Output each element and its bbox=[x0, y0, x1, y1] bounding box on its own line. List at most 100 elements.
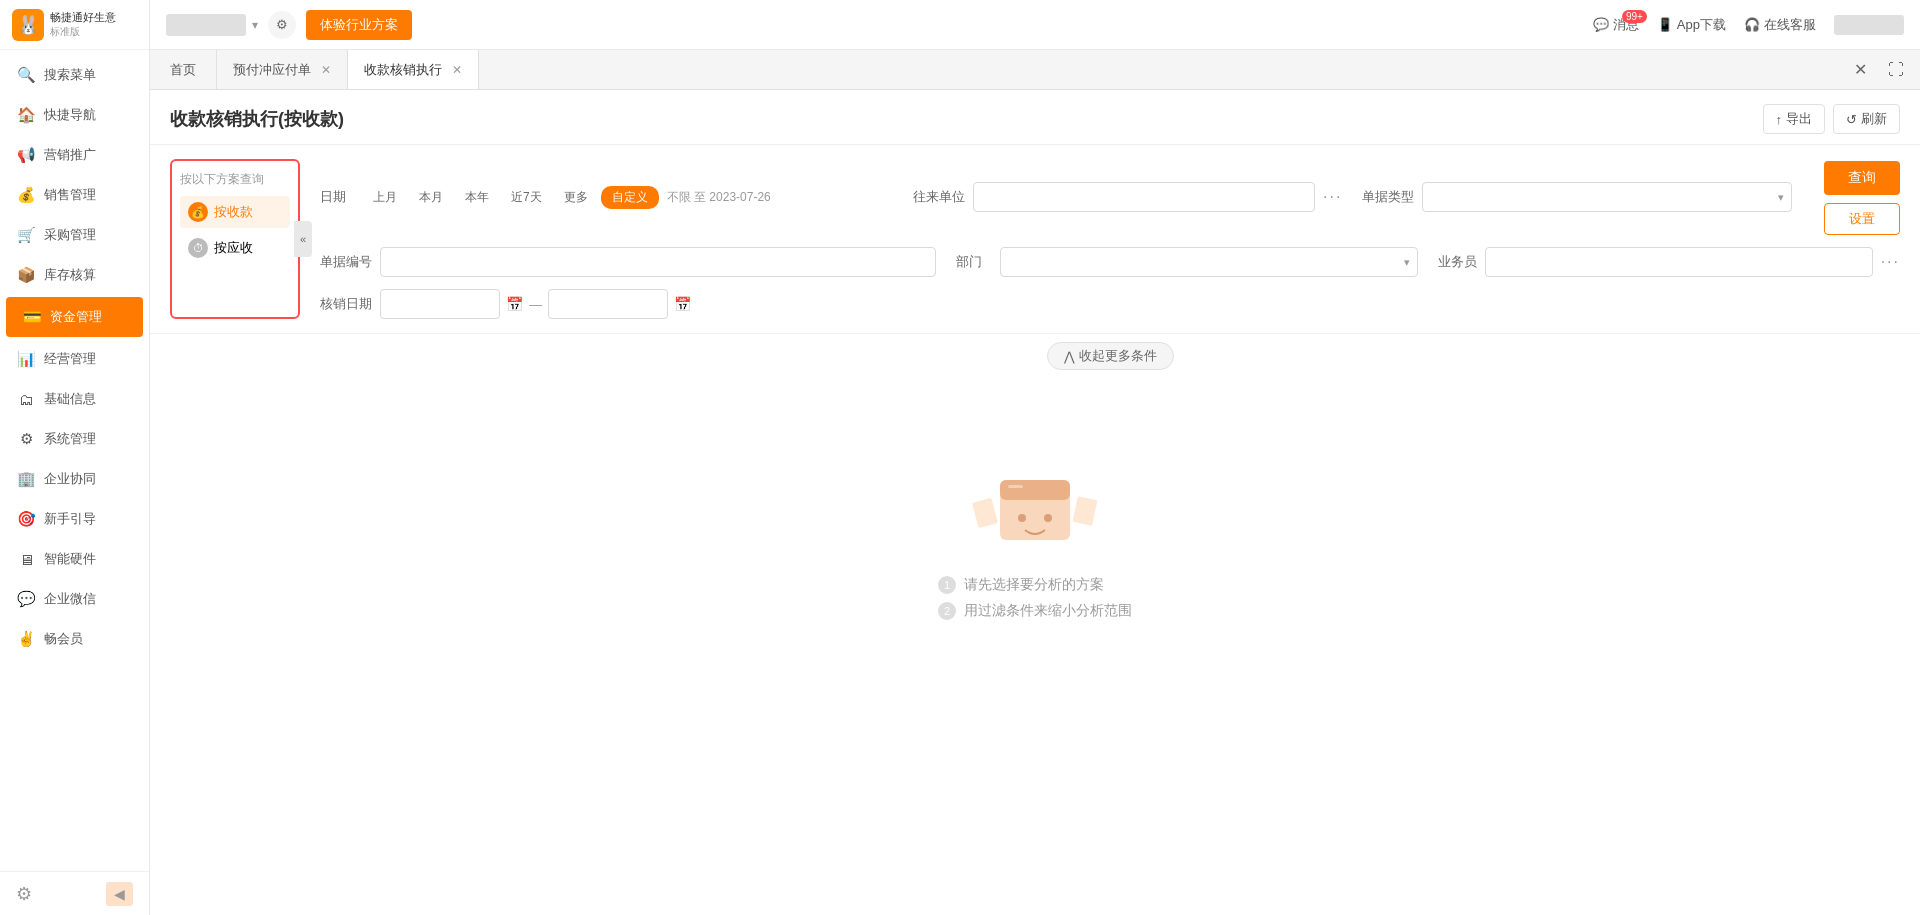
content-area: 收款核销执行(按收款) ↑ 导出 ↺ 刷新 按以下方案查询 bbox=[150, 90, 1920, 915]
logo-sub: 标准版 bbox=[50, 25, 116, 39]
verify-date-start-calendar-icon[interactable]: 📅 bbox=[506, 296, 523, 312]
verify-date-start-input[interactable]: 2023-03-01 bbox=[380, 289, 500, 319]
online-service-button[interactable]: 🎧 在线客服 bbox=[1744, 16, 1816, 34]
tab-receipt-verify-close[interactable]: ✕ bbox=[452, 63, 462, 77]
basic-info-icon: 🗂 bbox=[16, 389, 36, 409]
filter-option-by-receivable[interactable]: ⏱ 按应收 bbox=[180, 232, 290, 264]
sidebar-label-operations: 经营管理 bbox=[44, 350, 96, 368]
doc-no-label: 单据编号 bbox=[320, 253, 372, 271]
doc-no-input[interactable] bbox=[380, 247, 936, 277]
export-label: 导出 bbox=[1786, 110, 1812, 128]
tab-prepay-label: 预付冲应付单 bbox=[233, 61, 311, 79]
tab-receipt-verify[interactable]: 收款核销执行 ✕ bbox=[348, 50, 479, 89]
query-button[interactable]: 查询 bbox=[1824, 161, 1900, 195]
verify-date-end-calendar-icon[interactable]: 📅 bbox=[674, 296, 691, 312]
sidebar-settings-icon[interactable]: ⚙ bbox=[16, 883, 32, 905]
sidebar-bottom: ⚙ ◀ bbox=[0, 871, 149, 915]
tab-prepay[interactable]: 预付冲应付单 ✕ bbox=[217, 50, 348, 89]
sidebar-item-quick-nav[interactable]: 🏠 快捷导航 bbox=[0, 95, 149, 135]
sidebar-item-wechat[interactable]: 💬 企业微信 bbox=[0, 579, 149, 619]
message-icon: 💬 bbox=[1593, 17, 1609, 32]
staff-label: 业务员 bbox=[1438, 253, 1477, 271]
headset-icon: 🎧 bbox=[1744, 17, 1760, 32]
logo-text: 畅捷通好生意 标准版 bbox=[50, 10, 116, 38]
industry-solution-button[interactable]: 体验行业方案 bbox=[306, 10, 412, 40]
refresh-button[interactable]: ↺ 刷新 bbox=[1833, 104, 1900, 134]
staff-field: 业务员 ··· bbox=[1438, 247, 1900, 277]
smart-hw-icon: 🖥 bbox=[16, 549, 36, 569]
verify-date-input-group: 2023-03-01 📅 — 2023-07-21 📅 bbox=[380, 289, 691, 319]
staff-more-btn[interactable]: ··· bbox=[1881, 253, 1900, 271]
sidebar-item-smart-hw[interactable]: 🖥 智能硬件 bbox=[0, 539, 149, 579]
dept-field: 部门 ▾ bbox=[956, 247, 1418, 277]
collapse-more-label: 收起更多条件 bbox=[1079, 347, 1157, 365]
refresh-label: 刷新 bbox=[1861, 110, 1887, 128]
tab-home[interactable]: 首页 bbox=[150, 50, 217, 89]
tab-close-all-button[interactable]: ✕ bbox=[1846, 56, 1874, 84]
date-range-text: 不限 至 2023-07-26 bbox=[667, 189, 771, 206]
tab-expand-button[interactable]: ⛶ bbox=[1882, 56, 1910, 84]
setting-button[interactable]: 设置 bbox=[1824, 203, 1900, 235]
counterparty-label: 往来单位 bbox=[913, 188, 965, 206]
counterparty-more-btn[interactable]: ··· bbox=[1323, 188, 1342, 206]
date-custom-btn[interactable]: 自定义 bbox=[601, 186, 659, 209]
filter-option-by-receipt[interactable]: 💰 按收款 bbox=[180, 196, 290, 228]
date-this-year-btn[interactable]: 本年 bbox=[456, 186, 498, 209]
gear-button[interactable]: ⚙ bbox=[268, 11, 296, 39]
tab-prepay-close[interactable]: ✕ bbox=[321, 63, 331, 77]
sidebar: 🐰 畅捷通好生意 标准版 🔍 搜索菜单 🏠 快捷导航 📢 营销推广 💰 销售管理… bbox=[0, 0, 150, 915]
sidebar-item-search-menu[interactable]: 🔍 搜索菜单 bbox=[0, 55, 149, 95]
message-button[interactable]: 💬 消息 99+ bbox=[1593, 16, 1639, 34]
sidebar-item-operations[interactable]: 📊 经营管理 bbox=[0, 339, 149, 379]
date-more-btn[interactable]: 更多 bbox=[555, 186, 597, 209]
filter-sidebar-collapse-button[interactable]: « bbox=[294, 221, 312, 257]
staff-input[interactable] bbox=[1485, 247, 1873, 277]
app-download-button[interactable]: 📱 App下载 bbox=[1657, 16, 1726, 34]
date-last-month-btn[interactable]: 上月 bbox=[364, 186, 406, 209]
verify-date-end-input[interactable]: 2023-07-21 bbox=[548, 289, 668, 319]
date-this-month-btn[interactable]: 本月 bbox=[410, 186, 452, 209]
date-7days-btn[interactable]: 近7天 bbox=[502, 186, 551, 209]
user-avatar-placeholder bbox=[166, 14, 246, 36]
logo-name: 畅捷通好生意 bbox=[50, 10, 116, 24]
sidebar-item-purchase[interactable]: 🛒 采购管理 bbox=[0, 215, 149, 255]
sidebar-item-funds[interactable]: 💳 资金管理 bbox=[6, 297, 143, 337]
empty-hint-2: 2 用过滤条件来缩小分析范围 bbox=[938, 602, 1132, 620]
collapse-more-button[interactable]: ⋀ 收起更多条件 bbox=[1047, 342, 1174, 370]
user-dropdown-icon[interactable]: ▾ bbox=[252, 18, 258, 32]
search-menu-icon: 🔍 bbox=[16, 65, 36, 85]
dept-select[interactable] bbox=[1000, 247, 1418, 277]
sidebar-label-funds: 资金管理 bbox=[50, 308, 102, 326]
sidebar-label-guide: 新手引导 bbox=[44, 510, 96, 528]
sidebar-item-system[interactable]: ⚙ 系统管理 bbox=[0, 419, 149, 459]
doc-type-field: 单据类型 ▾ bbox=[1362, 182, 1792, 212]
empty-state: 1 请先选择要分析的方案 2 用过滤条件来缩小分析范围 bbox=[150, 370, 1920, 680]
sidebar-item-sales[interactable]: 💰 销售管理 bbox=[0, 175, 149, 215]
funds-icon: 💳 bbox=[22, 307, 42, 327]
date-shortcuts: 上月 本月 本年 近7天 更多 自定义 bbox=[364, 186, 659, 209]
sidebar-collapse-icon[interactable]: ◀ bbox=[106, 882, 133, 906]
sales-icon: 💰 bbox=[16, 185, 36, 205]
sidebar-item-enterprise[interactable]: 🏢 企业协同 bbox=[0, 459, 149, 499]
doc-type-select[interactable] bbox=[1422, 182, 1792, 212]
svg-point-2 bbox=[1018, 514, 1026, 522]
sidebar-item-marketing[interactable]: 📢 营销推广 bbox=[0, 135, 149, 175]
sidebar-item-guide[interactable]: 🎯 新手引导 bbox=[0, 499, 149, 539]
top-bar-right: 💬 消息 99+ 📱 App下载 🎧 在线客服 bbox=[1593, 15, 1904, 35]
verify-date-label: 核销日期 bbox=[320, 295, 372, 313]
sidebar-item-inventory[interactable]: 📦 库存核算 bbox=[0, 255, 149, 295]
empty-hints: 1 请先选择要分析的方案 2 用过滤条件来缩小分析范围 bbox=[938, 576, 1132, 620]
doc-type-select-wrapper: ▾ bbox=[1422, 182, 1792, 212]
app-download-label: App下载 bbox=[1677, 16, 1726, 34]
export-button[interactable]: ↑ 导出 bbox=[1763, 104, 1826, 134]
empty-illustration bbox=[970, 450, 1100, 560]
system-icon: ⚙ bbox=[16, 429, 36, 449]
top-bar-left: ▾ ⚙ 体验行业方案 bbox=[166, 10, 412, 40]
filter-form: 日期 上月 本月 本年 近7天 更多 自定义 不限 至 2023-07-26 bbox=[320, 159, 1900, 319]
sidebar-item-membership[interactable]: ✌ 畅会员 bbox=[0, 619, 149, 659]
counterparty-input[interactable] bbox=[973, 182, 1315, 212]
sidebar-label-basic-info: 基础信息 bbox=[44, 390, 96, 408]
purchase-icon: 🛒 bbox=[16, 225, 36, 245]
doc-type-label: 单据类型 bbox=[1362, 188, 1414, 206]
sidebar-item-basic-info[interactable]: 🗂 基础信息 bbox=[0, 379, 149, 419]
